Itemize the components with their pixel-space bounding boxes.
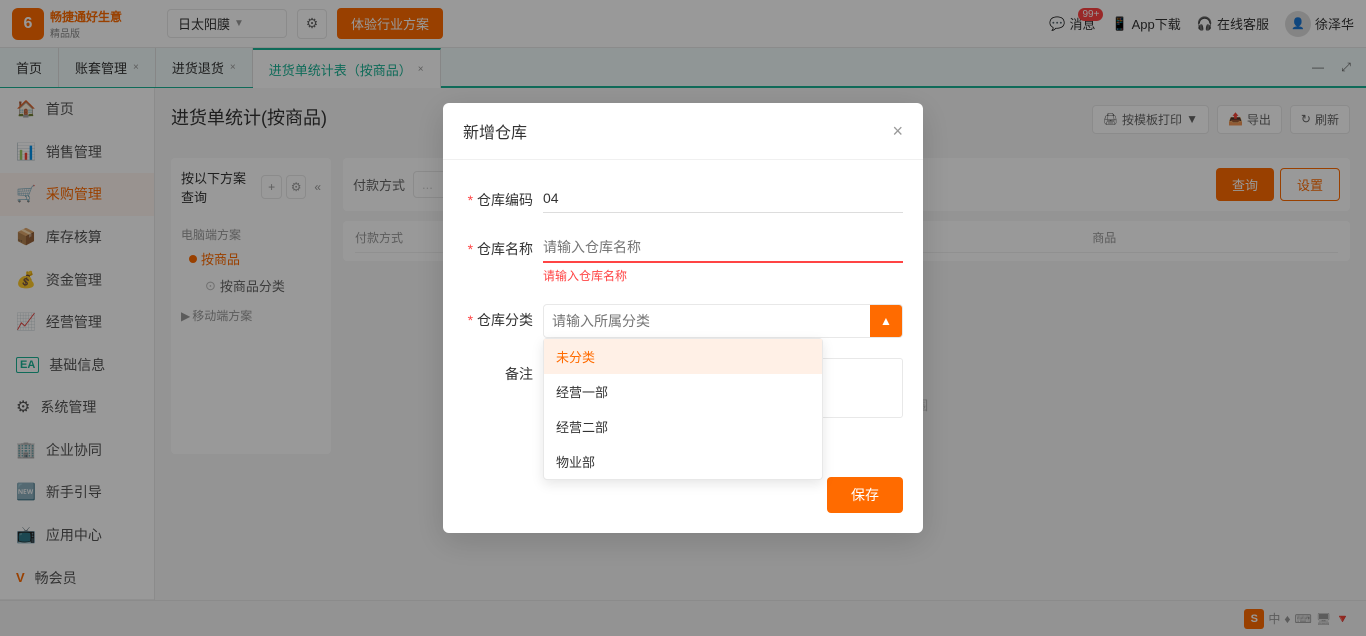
category-dropdown: 未分类 经营一部 经营二部 物业部 — [543, 338, 823, 480]
dropdown-item-dept2[interactable]: 经营二部 — [544, 409, 822, 444]
form-row-name: * 仓库名称 请输入仓库名称 — [463, 233, 903, 284]
category-input[interactable] — [544, 307, 870, 335]
note-label: 备注 — [463, 358, 543, 384]
name-input[interactable] — [543, 233, 903, 263]
category-toggle-icon[interactable]: ▲ — [870, 305, 902, 337]
category-label: * 仓库分类 — [463, 304, 543, 330]
name-input-wrap: 请输入仓库名称 — [543, 233, 903, 284]
required-star2: * — [468, 241, 473, 257]
code-label: * 仓库编码 — [463, 184, 543, 210]
modal-dialog: 新增仓库 × * 仓库编码 * 仓库名称 — [443, 103, 923, 533]
code-input-wrap — [543, 184, 903, 213]
dropdown-item-dept3[interactable]: 物业部 — [544, 444, 822, 479]
form-row-category: * 仓库分类 ▲ 未分类 经营一部 经营二部 物业部 — [463, 304, 903, 338]
modal-overlay[interactable]: 新增仓库 × * 仓库编码 * 仓库名称 — [0, 0, 1366, 636]
modal-close-button[interactable]: × — [892, 121, 903, 142]
modal-title: 新增仓库 — [463, 119, 527, 143]
save-button[interactable]: 保存 — [827, 477, 903, 513]
required-star: * — [468, 192, 473, 208]
form-row-code: * 仓库编码 — [463, 184, 903, 213]
name-error-msg: 请输入仓库名称 — [543, 267, 903, 284]
dropdown-item-uncategorized[interactable]: 未分类 — [544, 339, 822, 374]
category-input-wrap: ▲ 未分类 经营一部 经营二部 物业部 — [543, 304, 903, 338]
category-selector[interactable]: ▲ — [543, 304, 903, 338]
required-star3: * — [468, 312, 473, 328]
modal-header: 新增仓库 × — [443, 103, 923, 160]
code-input[interactable] — [543, 184, 903, 213]
name-label: * 仓库名称 — [463, 233, 543, 259]
dropdown-item-dept1[interactable]: 经营一部 — [544, 374, 822, 409]
modal-body: * 仓库编码 * 仓库名称 请输入仓库名称 — [443, 160, 923, 465]
